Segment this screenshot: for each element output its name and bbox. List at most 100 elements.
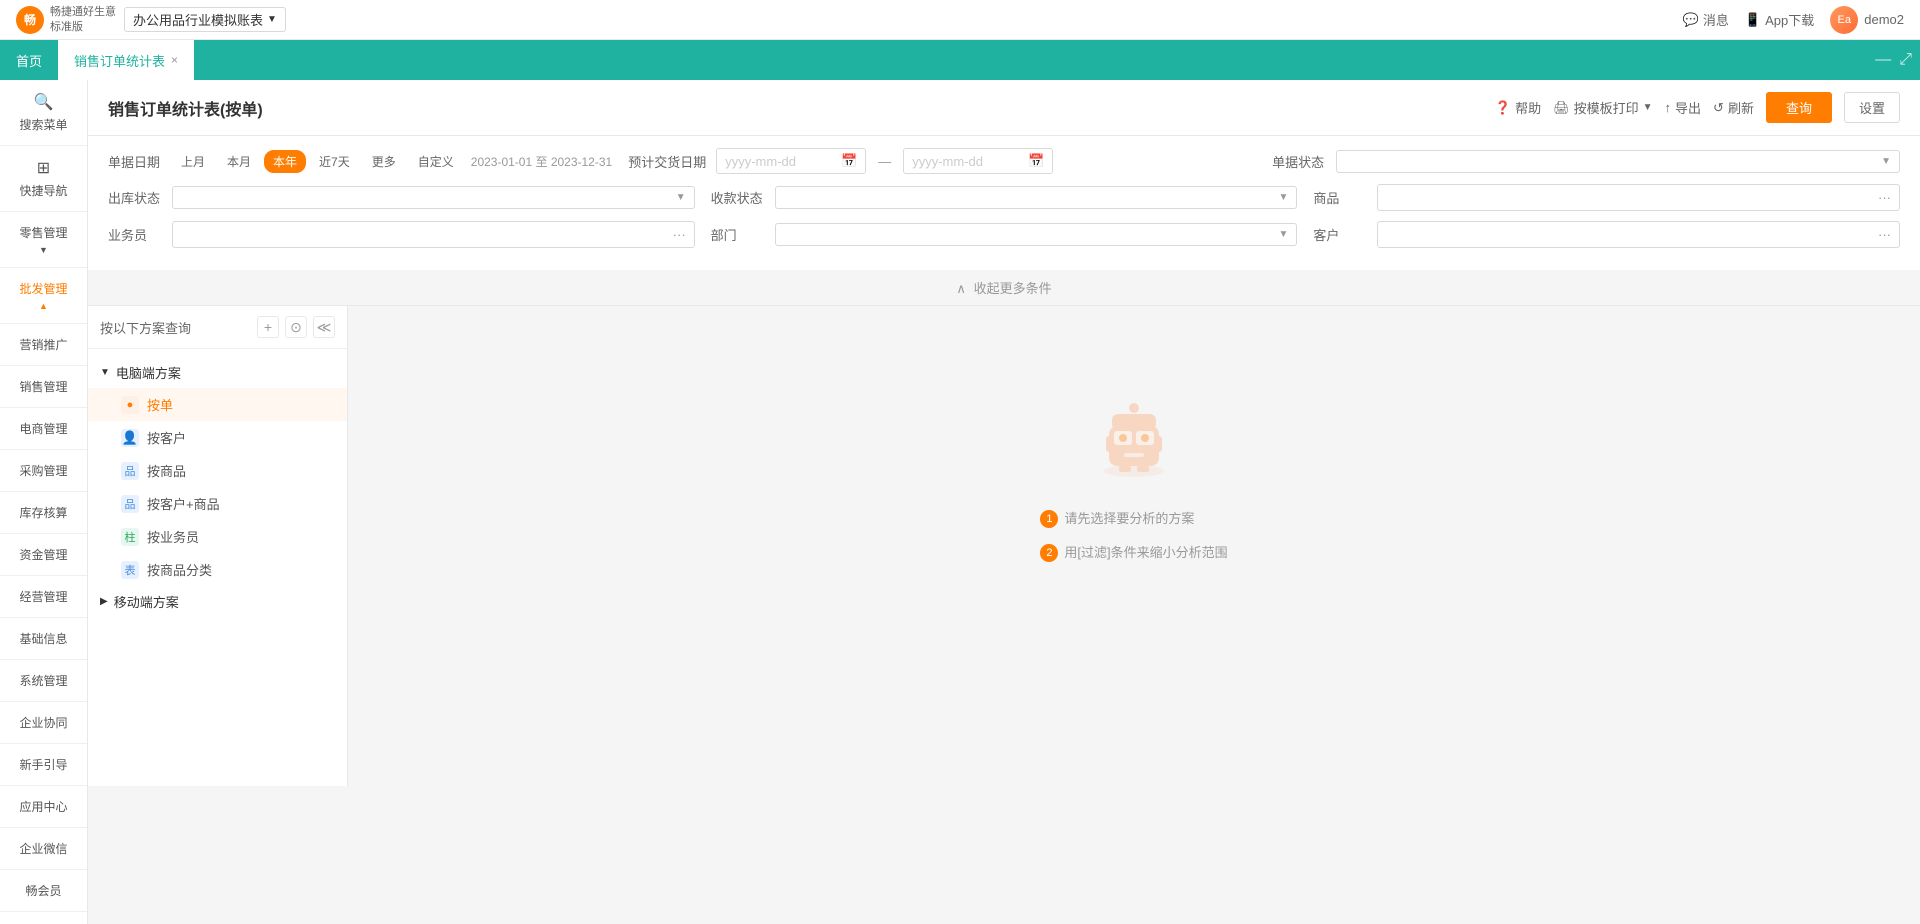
date-range-display: 2023-01-01 至 2023-12-31	[471, 153, 612, 170]
expected-date-end[interactable]: yyyy-mm-dd 📅	[903, 148, 1053, 174]
tree-child-by-product[interactable]: 品 按商品	[88, 454, 347, 487]
btn-last7[interactable]: 近7天	[310, 150, 359, 173]
customer-input[interactable]: ···	[1377, 221, 1900, 248]
product-input[interactable]: ···	[1377, 184, 1900, 211]
edit-scheme-icon[interactable]: ⊙	[285, 316, 307, 338]
collect-status-select[interactable]: ▼	[775, 186, 1298, 209]
ellipsis-icon: ···	[1878, 227, 1891, 242]
btn-more[interactable]: 更多	[363, 150, 405, 173]
chevron-down-icon: ▼	[1278, 192, 1288, 203]
empty-state: 1 请先选择要分析的方案 2 用[过滤]条件来缩小分析范围	[348, 306, 1920, 646]
btn-custom[interactable]: 自定义	[409, 150, 463, 173]
export-icon: ↑	[1665, 100, 1672, 115]
date-buttons: 上月 本月 本年 近7天 更多 自定义	[172, 150, 463, 173]
date-dash: —	[874, 154, 895, 169]
sidebar-item-basic[interactable]: 基础信息	[0, 618, 87, 660]
expected-date-start[interactable]: yyyy-mm-dd 📅	[716, 148, 866, 174]
tree-child-by-customer[interactable]: 👤 按客户	[88, 421, 347, 454]
tree-child-by-salesman[interactable]: 柱 按业务员	[88, 520, 347, 553]
sidebar-item-system[interactable]: 系统管理	[0, 660, 87, 702]
tab-sales-order-stats[interactable]: 销售订单统计表 ×	[58, 40, 194, 80]
ellipsis-icon: ···	[1878, 190, 1891, 205]
salesman-input[interactable]: ···	[172, 221, 695, 248]
right-content: 1 请先选择要分析的方案 2 用[过滤]条件来缩小分析范围	[348, 306, 1920, 786]
main-layout: 🔍 搜索菜单 ⊞ 快捷导航 零售管理 ▼ 批发管理 ▲ 营销推广 销售管理 电商…	[0, 80, 1920, 924]
tree-child-by-category[interactable]: 表 按商品分类	[88, 553, 347, 586]
tab-bar-actions: — ⤢	[1875, 51, 1920, 69]
ship-status-label: 出库状态	[108, 188, 164, 207]
sidebar-item-retail[interactable]: 零售管理 ▼	[0, 212, 87, 268]
tree-section: ▼ 电脑端方案 ● 按单 👤 按客户 品 按商品	[88, 349, 347, 625]
page-title: 销售订单统计表(按单)	[108, 96, 263, 120]
query-button[interactable]: 查询	[1766, 92, 1832, 123]
customer-group: 客户 ···	[1313, 221, 1900, 248]
sidebar-item-sales[interactable]: 销售管理	[0, 366, 87, 408]
left-panel-header: 按以下方案查询 + ⊙ ≪	[88, 306, 347, 349]
department-label: 部门	[711, 225, 767, 244]
empty-hints: 1 请先选择要分析的方案 2 用[过滤]条件来缩小分析范围	[1040, 506, 1227, 566]
inner-layout: 按以下方案查询 + ⊙ ≪ ▼ 电脑端方案 ● 按单	[88, 306, 1920, 786]
sidebar-item-enterprise[interactable]: 企业协同	[0, 702, 87, 744]
tree-parent-mobile[interactable]: ▶ 移动端方案	[88, 586, 347, 617]
sidebar-item-search[interactable]: 🔍 搜索菜单	[0, 80, 87, 146]
app-title[interactable]: 办公用品行业模拟账表 ▼	[124, 7, 286, 32]
sidebar-item-appcenter[interactable]: 应用中心	[0, 786, 87, 828]
refresh-btn[interactable]: ↺ 刷新	[1713, 98, 1754, 117]
sidebar-item-operations[interactable]: 经营管理	[0, 576, 87, 618]
doc-status-select[interactable]: ▼	[1336, 150, 1900, 173]
sidebar-item-member[interactable]: 畅会员	[0, 870, 87, 912]
sidebar-item-inventory[interactable]: 库存核算	[0, 492, 87, 534]
export-btn[interactable]: ↑ 导出	[1665, 98, 1702, 117]
ellipsis-icon: ···	[673, 227, 686, 242]
logo-area: 畅 畅捷通好生意 标准版	[16, 5, 116, 34]
tree-parent-pc[interactable]: ▼ 电脑端方案	[88, 357, 347, 388]
tree-child-by-order[interactable]: ● 按单	[88, 388, 347, 421]
sidebar-item-ecommerce[interactable]: 电商管理	[0, 408, 87, 450]
salesman-group: 业务员 ···	[108, 221, 695, 248]
tab-home[interactable]: 首页	[0, 40, 58, 80]
sidebar-item-shortcut[interactable]: ⊞ 快捷导航	[0, 146, 87, 212]
print-btn[interactable]: 🖨 按模板打印 ▼	[1553, 98, 1652, 117]
sidebar-item-finance[interactable]: 资金管理	[0, 534, 87, 576]
by-salesman-icon: 柱	[121, 528, 139, 546]
btn-this-month[interactable]: 本月	[218, 150, 260, 173]
page-actions: ❓ 帮助 🖨 按模板打印 ▼ ↑ 导出 ↺ 刷新 查询 设置	[1495, 92, 1900, 123]
tab-maximize-icon[interactable]: ⤢	[1899, 51, 1912, 69]
sidebar-item-marketing[interactable]: 营销推广	[0, 324, 87, 366]
sidebar-item-newbie[interactable]: 新手引导	[0, 744, 87, 786]
date-filter-label: 单据日期	[108, 152, 164, 171]
collapse-bar[interactable]: ∧ 收起更多条件	[88, 270, 1920, 305]
btn-last-month[interactable]: 上月	[172, 150, 214, 173]
logo-text: 畅捷通好生意 标准版	[50, 5, 116, 34]
app-download-btn[interactable]: 📱 App下载	[1745, 10, 1814, 29]
sidebar-item-wholesale[interactable]: 批发管理 ▲	[0, 268, 87, 324]
tab-close-icon[interactable]: ×	[171, 53, 178, 67]
page-header: 销售订单统计表(按单) ❓ 帮助 🖨 按模板打印 ▼ ↑ 导出 ↺ 刷新	[88, 80, 1920, 136]
message-icon: 💬	[1683, 12, 1699, 28]
tab-minimize-icon[interactable]: —	[1875, 51, 1891, 69]
collect-status-label: 收款状态	[711, 188, 767, 207]
print-chevron-icon: ▼	[1643, 102, 1653, 113]
expected-date-group: 预计交货日期 yyyy-mm-dd 📅 — yyyy-mm-dd 📅	[628, 148, 1256, 174]
user-menu[interactable]: Ea demo2	[1830, 6, 1904, 34]
sidebar-item-purchase[interactable]: 采购管理	[0, 450, 87, 492]
department-select[interactable]: ▼	[775, 223, 1298, 246]
settings-button[interactable]: 设置	[1844, 92, 1900, 123]
filter-panel: 单据日期 上月 本月 本年 近7天 更多 自定义 2023-01-01 至 20…	[88, 136, 1920, 270]
avatar: Ea	[1830, 6, 1858, 34]
message-btn[interactable]: 💬 消息	[1683, 10, 1729, 29]
expected-date-label: 预计交货日期	[628, 152, 708, 171]
top-bar-left: 畅 畅捷通好生意 标准版 办公用品行业模拟账表 ▼	[16, 5, 286, 34]
add-scheme-icon[interactable]: +	[257, 316, 279, 338]
ship-status-select[interactable]: ▼	[172, 186, 695, 209]
help-btn[interactable]: ❓ 帮助	[1495, 98, 1541, 117]
tree-child-by-customer-product[interactable]: 品 按客户+商品	[88, 487, 347, 520]
btn-this-year[interactable]: 本年	[264, 150, 306, 173]
by-product-icon: 品	[121, 462, 139, 480]
sidebar-item-wechat[interactable]: 企业微信	[0, 828, 87, 870]
collapse-panel-icon[interactable]: ≪	[313, 316, 335, 338]
chevron-down-icon: ▼	[1881, 156, 1891, 167]
customer-label: 客户	[1313, 225, 1369, 244]
download-icon: 📱	[1745, 12, 1761, 28]
chevron-up-icon: ▲	[39, 301, 48, 311]
